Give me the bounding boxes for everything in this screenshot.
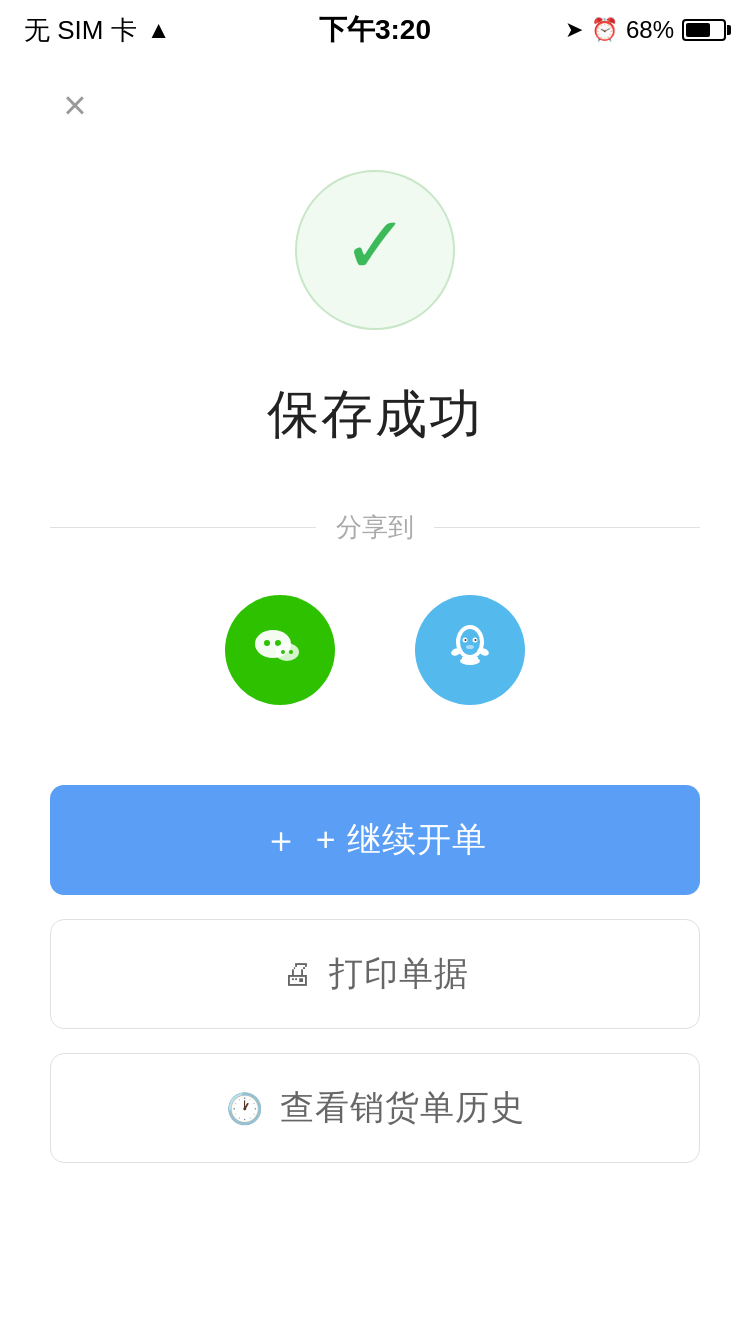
share-section: 分享到 [50,510,700,705]
success-circle: ✓ [295,170,455,330]
battery-text: 68% [626,16,674,44]
close-icon: × [63,85,86,125]
history-icon: 🕐 [226,1091,264,1126]
success-section: ✓ 保存成功 分享到 [50,170,700,765]
share-icons [225,595,525,705]
wechat-icon [250,616,310,685]
print-icon: 🖨 [282,957,313,991]
svg-rect-16 [462,657,478,662]
svg-point-3 [275,643,299,661]
success-title: 保存成功 [267,380,483,450]
svg-point-5 [289,650,293,654]
status-time: 下午3:20 [319,11,431,49]
share-label: 分享到 [316,510,434,545]
status-left: 无 SIM 卡 ▲ [24,13,170,48]
continue-button[interactable]: ＋ + 继续开单 [50,785,700,895]
alarm-icon: ⏰ [591,17,618,43]
svg-point-11 [475,639,477,641]
print-label: 打印单据 [329,951,469,997]
svg-point-7 [460,629,480,655]
continue-icon: ＋ [263,816,300,865]
action-buttons-wrapper: ＋ + 继续开单 🖨 打印单据 🕐 查看销货单历史 [0,785,750,1163]
divider-right [434,527,700,528]
share-divider: 分享到 [50,510,700,545]
divider-left [50,527,316,528]
close-button[interactable]: × [50,80,100,130]
no-sim-text: 无 SIM 卡 [24,13,137,48]
svg-point-10 [465,639,467,641]
svg-point-1 [264,640,270,646]
action-buttons: ＋ + 继续开单 🖨 打印单据 🕐 查看销货单历史 [50,785,700,1163]
qq-icon [440,616,500,685]
history-label: 查看销货单历史 [280,1085,525,1131]
wifi-icon: ▲ [147,16,171,44]
location-icon: ➤ [565,17,583,43]
svg-point-4 [281,650,285,654]
status-bar: 无 SIM 卡 ▲ 下午3:20 ➤ ⏰ 68% [0,0,750,60]
battery-icon [682,19,726,41]
wechat-share-button[interactable] [225,595,335,705]
history-button[interactable]: 🕐 查看销货单历史 [50,1053,700,1163]
checkmark-icon: ✓ [342,206,409,286]
qq-share-button[interactable] [415,595,525,705]
continue-label: + 继续开单 [316,817,487,863]
status-right: ➤ ⏰ 68% [565,16,726,44]
svg-point-12 [466,645,474,649]
print-button[interactable]: 🖨 打印单据 [50,919,700,1029]
main-content: × ✓ 保存成功 分享到 [0,60,750,765]
